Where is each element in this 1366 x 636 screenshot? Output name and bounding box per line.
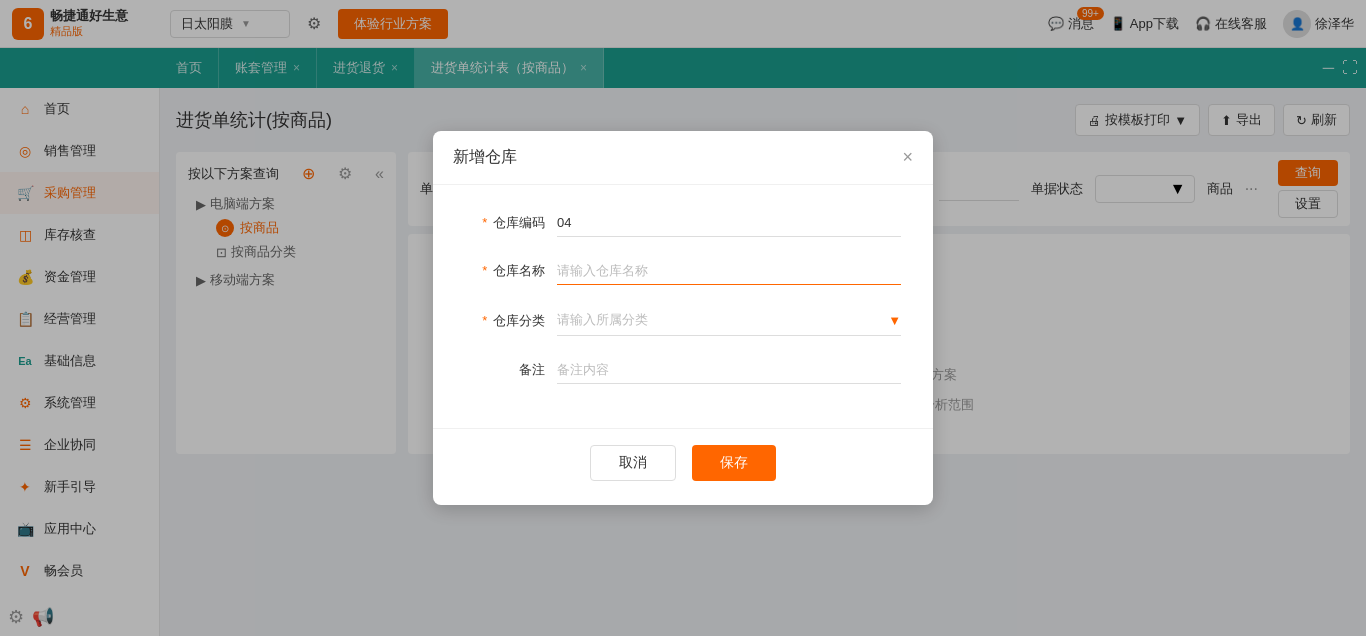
- warehouse-code-label: * 仓库编码: [465, 214, 545, 232]
- modal-body: * 仓库编码 * 仓库名称 * 仓库分类 请输入所属: [433, 185, 933, 428]
- modal-overlay: 新增仓库 × * 仓库编码 * 仓库名称: [0, 0, 1366, 636]
- warehouse-note-row: 备注: [465, 356, 901, 384]
- warehouse-name-input[interactable]: [557, 257, 901, 285]
- add-warehouse-modal: 新增仓库 × * 仓库编码 * 仓库名称: [433, 131, 933, 505]
- warehouse-name-row: * 仓库名称: [465, 257, 901, 285]
- required-mark: *: [482, 263, 487, 278]
- required-mark: *: [482, 215, 487, 230]
- warehouse-code-input[interactable]: [557, 209, 901, 237]
- warehouse-name-label: * 仓库名称: [465, 262, 545, 280]
- warehouse-note-label: 备注: [465, 361, 545, 379]
- category-placeholder: 请输入所属分类: [557, 311, 648, 329]
- modal-close-button[interactable]: ×: [902, 147, 913, 168]
- warehouse-code-row: * 仓库编码: [465, 209, 901, 237]
- save-button[interactable]: 保存: [692, 445, 776, 481]
- warehouse-note-input[interactable]: [557, 356, 901, 384]
- warehouse-category-row: * 仓库分类 请输入所属分类 ▼: [465, 305, 901, 336]
- modal-title: 新增仓库: [453, 147, 517, 168]
- chevron-down-icon: ▼: [888, 313, 901, 328]
- modal-footer: 取消 保存: [433, 428, 933, 505]
- modal-header: 新增仓库 ×: [433, 131, 933, 185]
- cancel-button[interactable]: 取消: [590, 445, 676, 481]
- warehouse-category-label: * 仓库分类: [465, 312, 545, 330]
- required-mark: *: [482, 313, 487, 328]
- warehouse-category-select[interactable]: 请输入所属分类 ▼: [557, 305, 901, 336]
